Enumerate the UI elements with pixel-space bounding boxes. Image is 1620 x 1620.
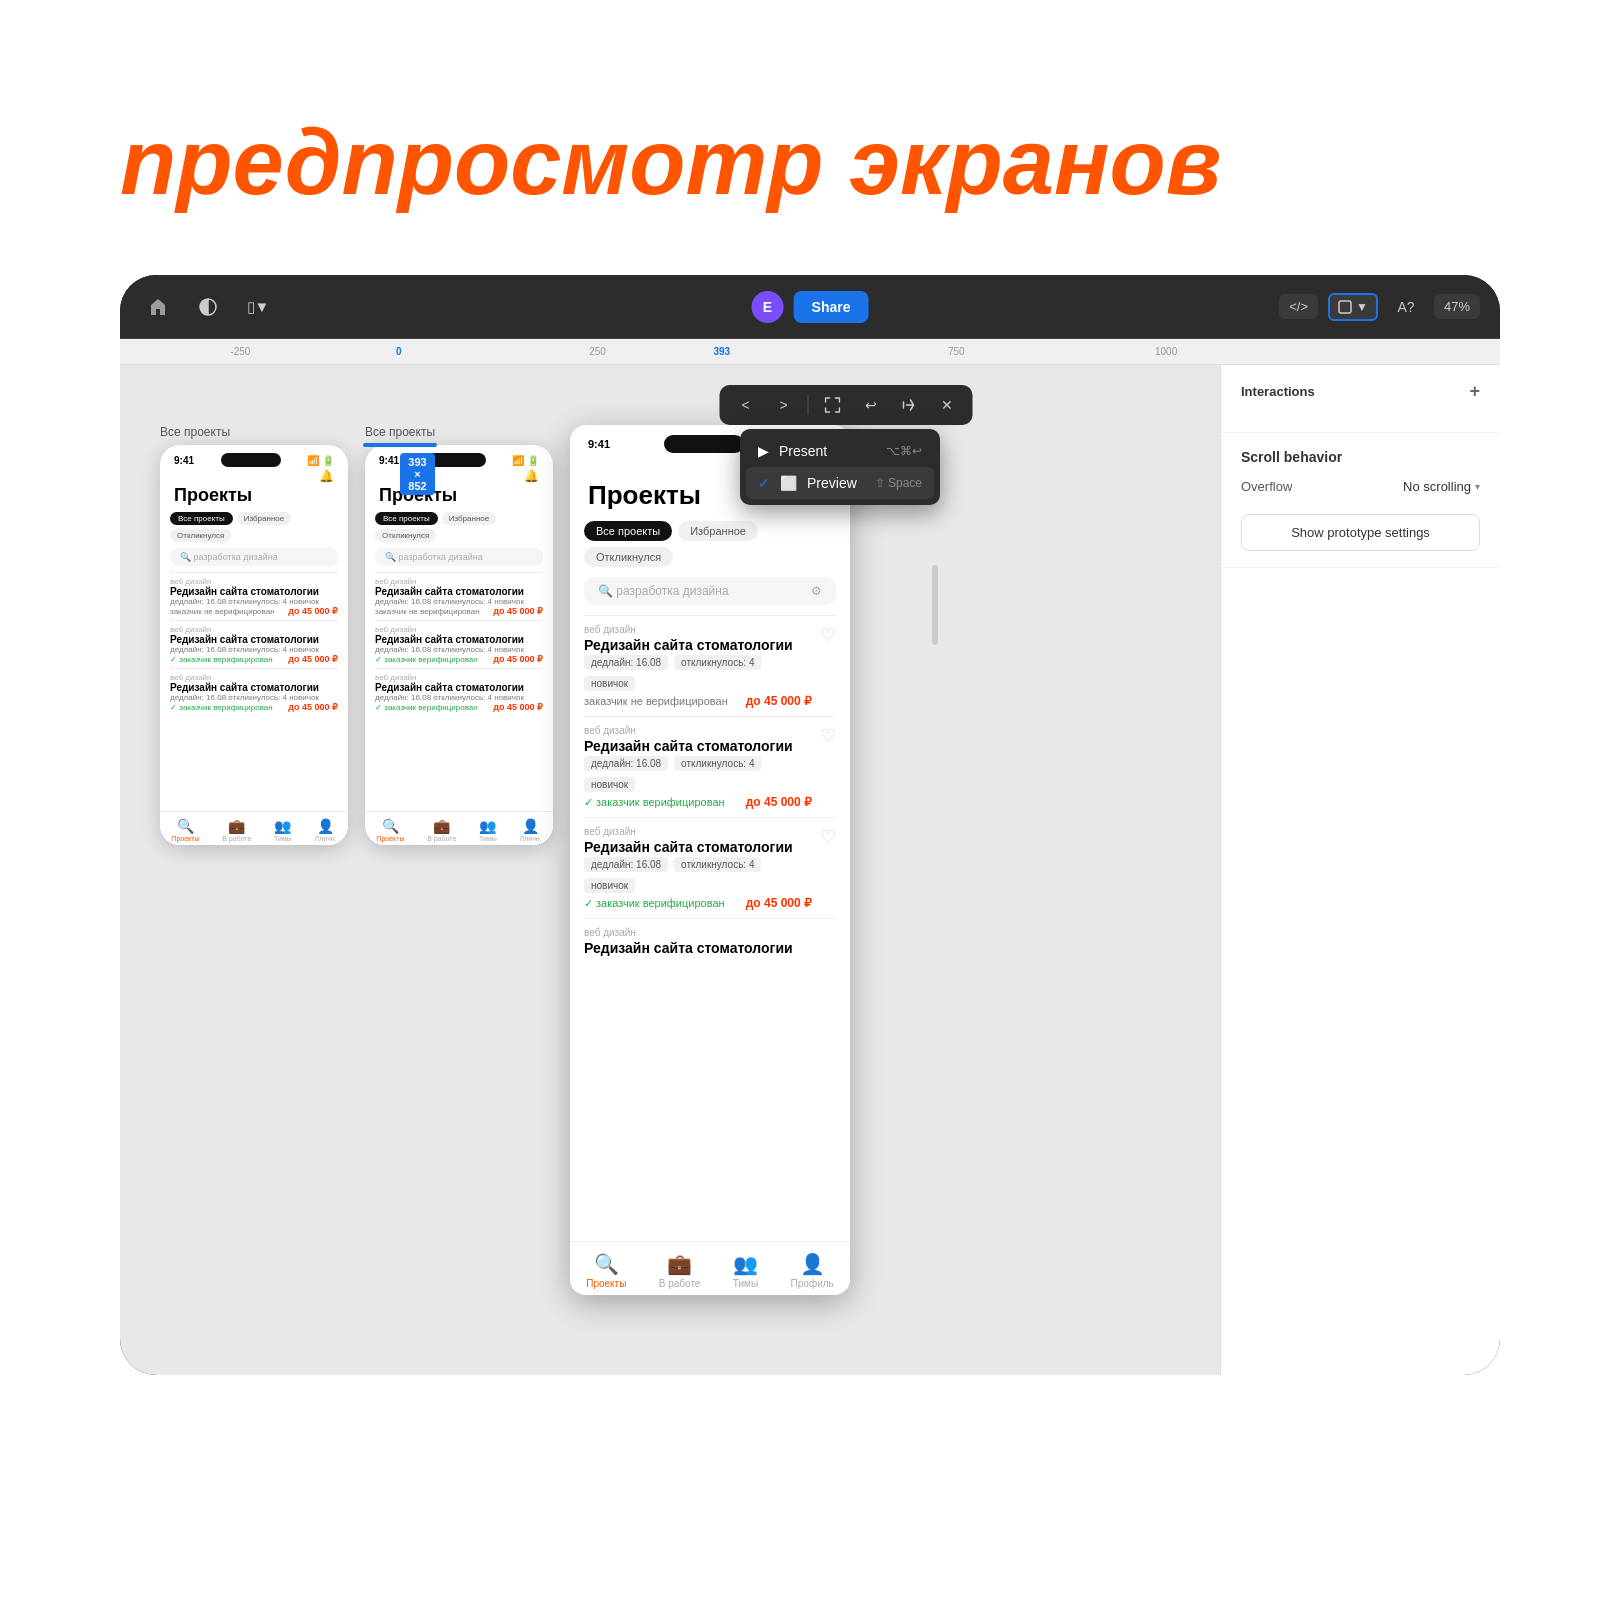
scroll-behavior-title: Scroll behavior — [1241, 449, 1480, 465]
scrollbar[interactable] — [932, 565, 938, 645]
check-icon: ✓ — [758, 475, 770, 491]
phone-preview[interactable]: 9:41 📶 🔋 🔔 Проекты Все проекты Избранное… — [570, 425, 850, 1295]
present-icon: ▶ — [758, 443, 769, 459]
close-preview-icon[interactable]: ✕ — [933, 391, 961, 419]
preview-icon: ⬜ — [780, 475, 797, 491]
preview-button[interactable]: ▼ — [1328, 293, 1378, 321]
toolbar: ▯▼ E Share </> ▼ A? 47% — [120, 275, 1500, 339]
present-label: Present — [779, 443, 827, 459]
ruler: -250 0 250 393 750 1000 — [120, 339, 1500, 365]
preview-label: Preview — [807, 475, 857, 491]
share-preview-icon[interactable] — [895, 391, 923, 419]
canvas: ▶ Present ⌥⌘↩ ✓ ⬜ Preview ⇧ Space Все пр… — [120, 365, 1220, 1375]
phone1-label: Все проекты — [160, 425, 230, 439]
code-button[interactable]: </> — [1279, 294, 1318, 319]
undo-icon[interactable]: ↩ — [857, 391, 885, 419]
svg-rect-1 — [1339, 301, 1351, 313]
right-sidebar: Interactions + Scroll behavior Overflow … — [1220, 365, 1500, 1375]
dimension-label: 393 × 852 — [400, 453, 435, 495]
preview-shortcut: ⇧ Space — [875, 476, 922, 490]
scroll-behavior-section: Scroll behavior Overflow No scrolling ▾ … — [1221, 433, 1500, 568]
interactions-label: Interactions — [1241, 384, 1315, 399]
overflow-label: Overflow — [1241, 479, 1292, 494]
chevron-left-icon[interactable]: < — [732, 391, 760, 419]
phone2[interactable]: 9:41 📶 🔋 🔔 Проекты Все проекты Избранное… — [365, 445, 553, 845]
page-title: предпросмотр экранов — [120, 110, 1500, 215]
device-frame: ▯▼ E Share </> ▼ A? 47% -250 0 250 3 — [120, 275, 1500, 1375]
dropdown-menu[interactable]: ▶ Present ⌥⌘↩ ✓ ⬜ Preview ⇧ Space — [740, 429, 940, 505]
dropdown-item-preview[interactable]: ✓ ⬜ Preview ⇧ Space — [746, 467, 934, 499]
home-icon[interactable] — [140, 289, 176, 325]
share-button[interactable]: Share — [794, 291, 869, 323]
preview-toolbar: < > ↩ ✕ — [720, 385, 973, 425]
phone1[interactable]: 9:41 📶 🔋 🔔 Проекты Все проекты Избранное… — [160, 445, 348, 845]
phone2-label: Все проекты — [365, 425, 435, 439]
font-icon[interactable]: A? — [1388, 289, 1424, 325]
chevron-right-icon[interactable]: > — [770, 391, 798, 419]
add-interaction-button[interactable]: + — [1469, 381, 1480, 402]
theme-toggle-icon[interactable] — [190, 289, 226, 325]
show-prototype-settings-button[interactable]: Show prototype settings — [1241, 514, 1480, 551]
fullscreen-icon[interactable] — [819, 391, 847, 419]
dropdown-arrow-icon: ▾ — [1475, 481, 1480, 492]
interactions-section: Interactions + — [1221, 365, 1500, 433]
overflow-value[interactable]: No scrolling ▾ — [1403, 479, 1480, 494]
frame-icon[interactable]: ▯▼ — [240, 289, 276, 325]
user-avatar[interactable]: E — [752, 291, 784, 323]
dropdown-item-present[interactable]: ▶ Present ⌥⌘↩ — [746, 435, 934, 467]
present-shortcut: ⌥⌘↩ — [886, 444, 922, 458]
zoom-control[interactable]: 47% — [1434, 294, 1480, 319]
